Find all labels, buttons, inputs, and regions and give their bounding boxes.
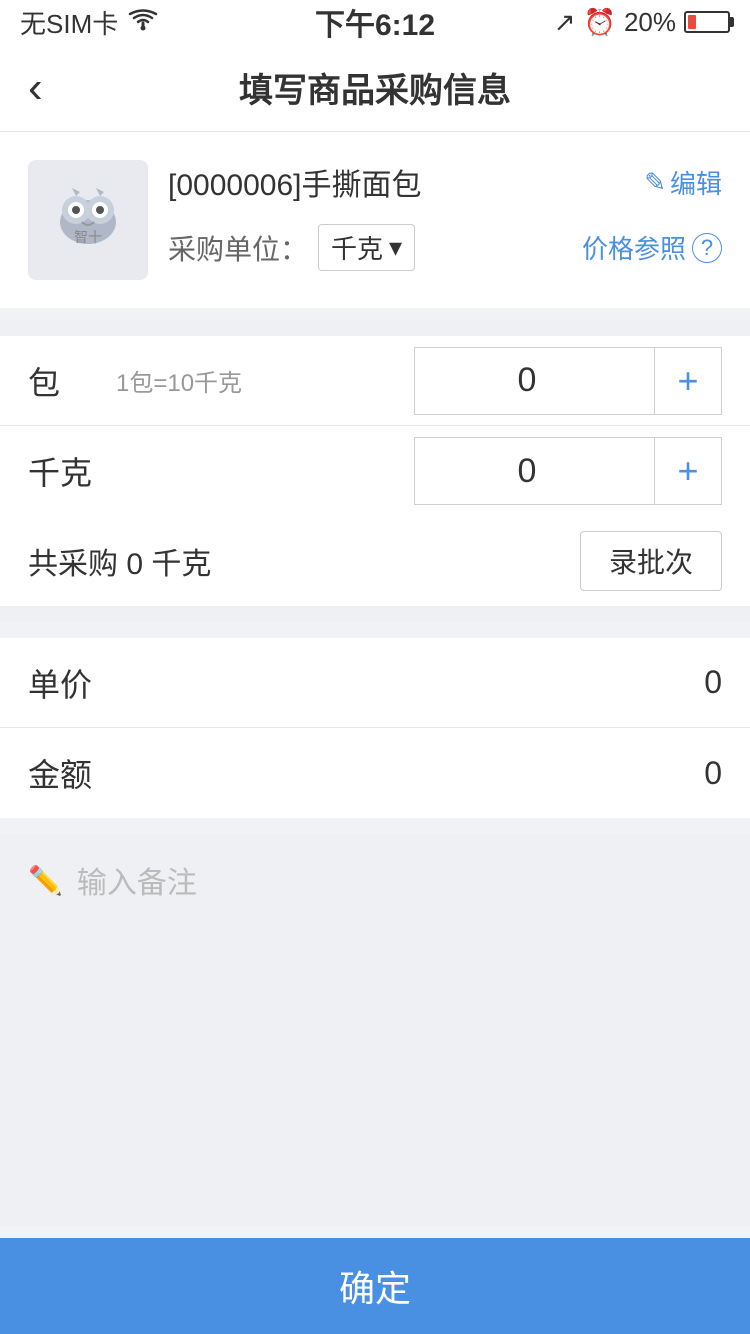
kg-label: 千克 (28, 448, 108, 494)
product-info: [0000006]手撕面包 ✎ 编辑 采购单位： 千克 ▾ 价格参照 ? (168, 160, 722, 271)
summary-text: 共采购 0 千克 (28, 539, 211, 583)
quantity-input-section: 包 1包=10千克 + 千克 + (0, 336, 750, 516)
battery-percent: 20% (624, 7, 676, 38)
kg-input-row: 千克 + (0, 426, 750, 516)
confirm-bar[interactable]: 确定 (0, 1238, 750, 1334)
summary-unit-text: 千克 (151, 548, 211, 581)
summary-count: 0 (126, 548, 143, 581)
wifi-icon (128, 7, 158, 38)
product-card: 智十 [0000006]手撕面包 ✎ 编辑 采购单位： 千克 ▾ 价格参照 ? (0, 132, 750, 308)
edit-label: 编辑 (670, 164, 722, 201)
pack-sub-label: 1包=10千克 (116, 363, 414, 398)
price-reference-button[interactable]: 价格参照 ? (582, 229, 722, 266)
status-time: 下午6:12 (315, 0, 435, 44)
kg-plus-button[interactable]: + (654, 437, 722, 505)
product-name: [0000006]手撕面包 (168, 160, 421, 204)
plus-icon: + (677, 360, 698, 402)
section-divider-1 (0, 320, 750, 336)
nav-bar: ‹ 填写商品采购信息 (0, 44, 750, 132)
pack-input-row: 包 1包=10千克 + (0, 336, 750, 426)
price-ref-label: 价格参照 (582, 229, 686, 266)
status-bar: 无SIM卡 下午6:12 ↗ ⏰ 20% (0, 0, 750, 44)
pack-input-controls: + (414, 347, 722, 415)
amount-value: 0 (704, 755, 722, 792)
edit-button[interactable]: ✎ 编辑 (644, 164, 722, 201)
product-unit-row: 采购单位： 千克 ▾ 价格参照 ? (168, 224, 722, 271)
unit-label: 采购单位： (168, 228, 308, 268)
pack-plus-button[interactable]: + (654, 347, 722, 415)
remark-section[interactable]: ✏️ 输入备注 (0, 834, 750, 926)
kg-quantity-input[interactable] (414, 437, 654, 505)
edit-icon: ✎ (644, 167, 666, 198)
unit-price-row: 单价 0 (0, 638, 750, 728)
amount-label: 金额 (28, 750, 92, 796)
remark-placeholder: 输入备注 (77, 858, 197, 902)
dropdown-icon: ▾ (389, 232, 402, 263)
carrier-text: 无SIM卡 (20, 4, 118, 41)
status-left: 无SIM卡 (20, 4, 158, 41)
product-logo-icon: 智十 (48, 180, 128, 260)
summary-section: 共采购 0 千克 录批次 (0, 516, 750, 606)
alarm-icon: ⏰ (584, 7, 616, 38)
price-section: 单价 0 金额 0 (0, 638, 750, 818)
unit-price-label: 单价 (28, 660, 92, 706)
product-thumbnail: 智十 (28, 160, 148, 280)
battery-icon (684, 11, 730, 33)
unit-price-value: 0 (704, 664, 722, 701)
summary-label: 共采购 (28, 548, 118, 581)
svg-text:智十: 智十 (74, 229, 102, 245)
section-divider-2 (0, 606, 750, 622)
location-icon: ↗ (554, 7, 576, 38)
kg-input-controls: + (414, 437, 722, 505)
batch-button[interactable]: 录批次 (580, 531, 722, 591)
back-button[interactable]: ‹ (28, 66, 43, 110)
page-title: 填写商品采购信息 (239, 63, 511, 112)
pack-quantity-input[interactable] (414, 347, 654, 415)
confirm-label: 确定 (339, 1260, 411, 1312)
pack-label: 包 (28, 358, 108, 404)
content-area (0, 926, 750, 1226)
pencil-icon: ✏️ (28, 864, 63, 897)
unit-select[interactable]: 千克 ▾ (318, 224, 415, 271)
product-header: [0000006]手撕面包 ✎ 编辑 (168, 160, 722, 204)
status-right: ↗ ⏰ 20% (554, 7, 730, 38)
amount-row: 金额 0 (0, 728, 750, 818)
kg-plus-icon: + (677, 450, 698, 492)
price-ref-help-icon: ? (692, 233, 722, 263)
unit-value: 千克 (331, 229, 383, 266)
